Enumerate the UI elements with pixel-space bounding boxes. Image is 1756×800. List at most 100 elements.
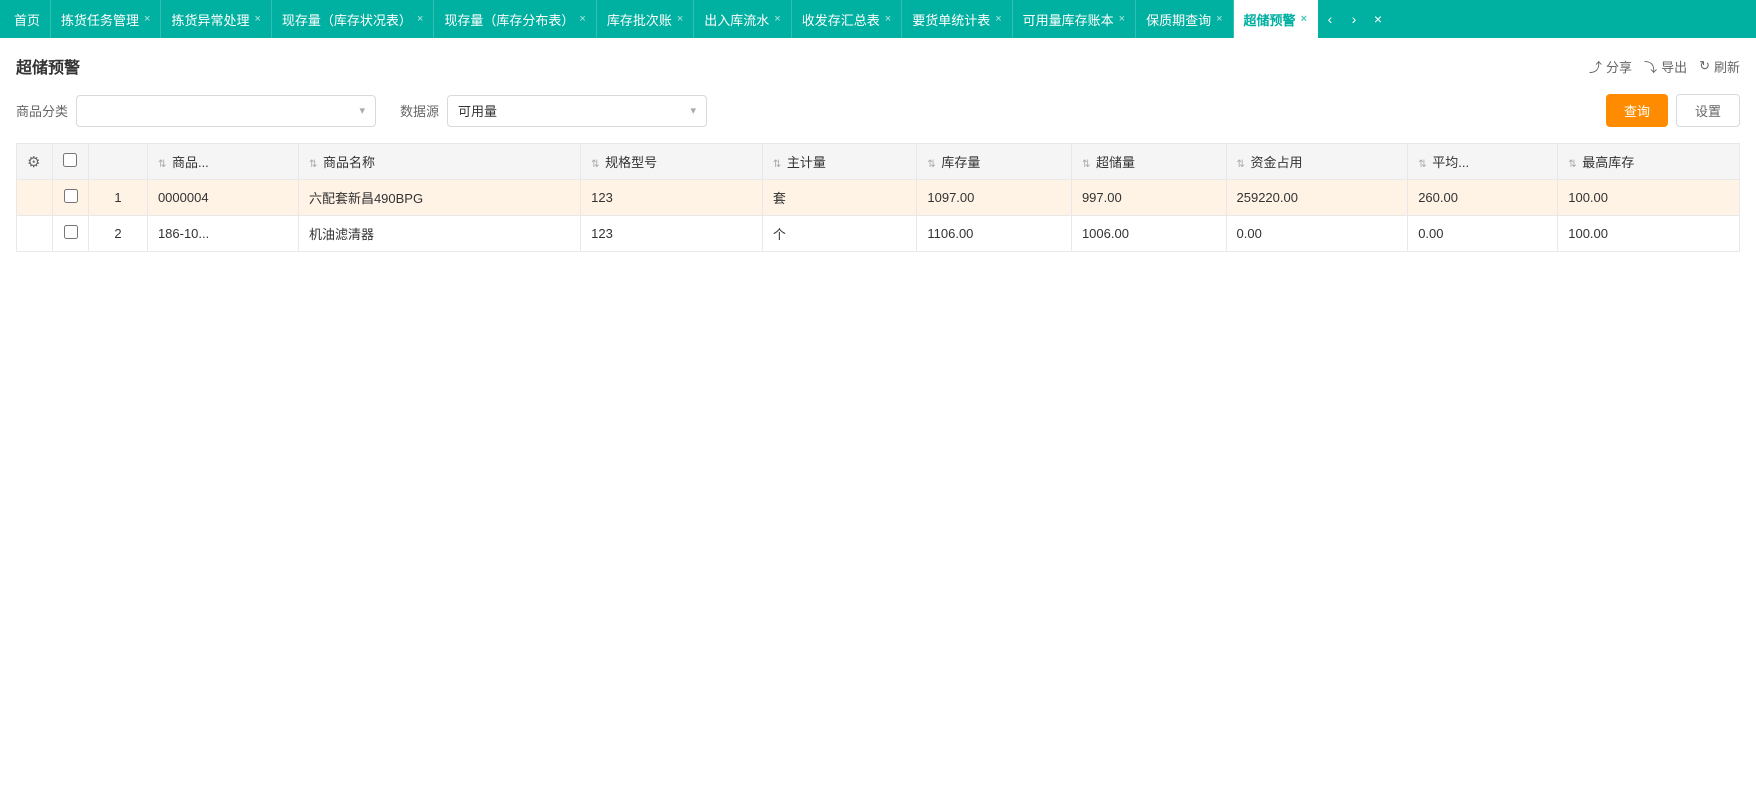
share-button[interactable]: ⤴ 分享 <box>1589 57 1632 76</box>
row-seq: 1 <box>89 180 148 216</box>
row-checkbox[interactable] <box>64 189 78 203</box>
nav-tab-exception[interactable]: 拣货异常处理 × <box>161 0 271 38</box>
row-seq: 2 <box>89 216 148 252</box>
product-category-select[interactable]: ▾ <box>76 95 376 127</box>
product-category-label: 商品分类 <box>16 101 68 120</box>
sort-icon: ⇅ <box>1568 159 1576 170</box>
close-icon[interactable]: × <box>579 13 585 25</box>
th-unit[interactable]: ⇅ 主计量 <box>762 144 917 180</box>
row-product-name: 机油滤清器 <box>298 216 580 252</box>
sort-icon: ⇅ <box>158 159 166 170</box>
datasource-select[interactable]: 可用量 ▾ <box>447 95 707 127</box>
th-overstock[interactable]: ⇅ 超储量 <box>1071 144 1226 180</box>
close-icon[interactable]: × <box>417 13 423 25</box>
datasource-value: 可用量 <box>458 101 497 120</box>
row-gear-cell <box>17 180 53 216</box>
row-stock: 1097.00 <box>917 180 1072 216</box>
table-header-row: ⚙ ⇅ 商品... ⇅ 商品名称 ⇅ 规格型号 <box>17 144 1740 180</box>
query-button[interactable]: 查询 <box>1606 94 1668 127</box>
export-button[interactable]: ⤵ 导出 <box>1644 57 1687 76</box>
th-gear[interactable]: ⚙ <box>17 144 53 180</box>
nav-more-arrow[interactable]: × <box>1366 0 1390 38</box>
page-content: 超储预警 ⤴ 分享 ⤵ 导出 ↻ 刷新 商品分类 ▾ 数据源 <box>0 38 1756 800</box>
filter-row: 商品分类 ▾ 数据源 可用量 ▾ 查询 设置 <box>16 94 1740 127</box>
row-avg: 0.00 <box>1408 216 1558 252</box>
nav-tab-inventory-status[interactable]: 现存量（库存状况表） × <box>272 0 434 38</box>
th-avg[interactable]: ⇅ 平均... <box>1408 144 1558 180</box>
th-stock[interactable]: ⇅ 库存量 <box>917 144 1072 180</box>
nav-tab-home[interactable]: 首页 <box>4 0 51 38</box>
row-product-code: 0000004 <box>147 180 298 216</box>
close-icon[interactable]: × <box>885 13 891 25</box>
close-icon[interactable]: × <box>677 13 683 25</box>
nav-tab-task-mgmt[interactable]: 拣货任务管理 × <box>51 0 161 38</box>
row-overstock: 1006.00 <box>1071 216 1226 252</box>
row-avg: 260.00 <box>1408 180 1558 216</box>
th-spec[interactable]: ⇅ 规格型号 <box>581 144 763 180</box>
table-row: 1 0000004 六配套新昌490BPG 123 套 1097.00 997.… <box>17 180 1740 216</box>
close-icon[interactable]: × <box>1216 13 1222 25</box>
settings-button[interactable]: 设置 <box>1676 94 1740 127</box>
sort-icon: ⇅ <box>309 159 317 170</box>
row-capital-occupied: 0.00 <box>1226 216 1408 252</box>
nav-tab-order-stats[interactable]: 要货单统计表 × <box>902 0 1012 38</box>
row-unit: 个 <box>762 216 917 252</box>
chevron-down-icon: ▾ <box>691 104 697 117</box>
th-product-name[interactable]: ⇅ 商品名称 <box>298 144 580 180</box>
close-icon[interactable]: × <box>144 13 150 25</box>
close-icon[interactable]: × <box>1119 13 1125 25</box>
nav-tab-overstock-warning[interactable]: 超储预警 × <box>1234 0 1318 38</box>
nav-tab-inventory-dist[interactable]: 现存量（库存分布表） × <box>434 0 596 38</box>
page-header: 超储预警 ⤴ 分享 ⤵ 导出 ↻ 刷新 <box>16 54 1740 78</box>
filter-actions: 查询 设置 <box>1606 94 1740 127</box>
row-checkbox-cell[interactable] <box>53 180 89 216</box>
row-unit: 套 <box>762 180 917 216</box>
nav-tab-available-account[interactable]: 可用量库存账本 × <box>1013 0 1136 38</box>
data-table: ⚙ ⇅ 商品... ⇅ 商品名称 ⇅ 规格型号 <box>16 143 1740 252</box>
close-icon[interactable]: × <box>995 13 1001 25</box>
nav-tab-batch-account[interactable]: 库存批次账 × <box>597 0 694 38</box>
nav-next-arrow[interactable]: › <box>1342 0 1366 38</box>
close-icon[interactable]: × <box>1301 13 1307 25</box>
row-max-stock: 100.00 <box>1558 180 1740 216</box>
nav-tab-receipt-summary[interactable]: 收发存汇总表 × <box>792 0 902 38</box>
th-checkbox <box>53 144 89 180</box>
row-stock: 1106.00 <box>917 216 1072 252</box>
sort-icon: ⇅ <box>1082 159 1090 170</box>
row-spec: 123 <box>581 216 763 252</box>
nav-tab-expiry-query[interactable]: 保质期查询 × <box>1136 0 1233 38</box>
row-gear-cell <box>17 216 53 252</box>
product-category-filter: 商品分类 ▾ <box>16 95 376 127</box>
row-max-stock: 100.00 <box>1558 216 1740 252</box>
top-nav: 首页 拣货任务管理 × 拣货异常处理 × 现存量（库存状况表） × 现存量（库存… <box>0 0 1756 38</box>
select-all-checkbox[interactable] <box>63 153 77 167</box>
row-product-code: 186-10... <box>147 216 298 252</box>
page-title: 超储预警 <box>16 54 80 78</box>
row-checkbox-cell[interactable] <box>53 216 89 252</box>
nav-prev-arrow[interactable]: ‹ <box>1318 0 1342 38</box>
datasource-filter: 数据源 可用量 ▾ <box>400 95 707 127</box>
sort-icon: ⇅ <box>1237 159 1245 170</box>
row-spec: 123 <box>581 180 763 216</box>
row-capital-occupied: 259220.00 <box>1226 180 1408 216</box>
close-icon[interactable]: × <box>254 13 260 25</box>
th-max-stock[interactable]: ⇅ 最高库存 <box>1558 144 1740 180</box>
refresh-icon: ↻ <box>1699 58 1710 74</box>
share-icon: ⤴ <box>1589 57 1602 76</box>
sort-icon: ⇅ <box>773 159 781 170</box>
chevron-down-icon: ▾ <box>359 104 365 117</box>
row-checkbox[interactable] <box>64 225 78 239</box>
export-icon: ⤵ <box>1644 57 1657 76</box>
th-product-code[interactable]: ⇅ 商品... <box>147 144 298 180</box>
table-row: 2 186-10... 机油滤清器 123 个 1106.00 1006.00 … <box>17 216 1740 252</box>
row-product-name: 六配套新昌490BPG <box>298 180 580 216</box>
header-actions: ⤴ 分享 ⤵ 导出 ↻ 刷新 <box>1589 57 1740 76</box>
gear-icon[interactable]: ⚙ <box>27 154 40 171</box>
th-seq <box>89 144 148 180</box>
row-overstock: 997.00 <box>1071 180 1226 216</box>
refresh-button[interactable]: ↻ 刷新 <box>1699 57 1740 76</box>
th-capital-occupied[interactable]: ⇅ 资金占用 <box>1226 144 1408 180</box>
nav-tab-in-out-flow[interactable]: 出入库流水 × <box>694 0 791 38</box>
sort-icon: ⇅ <box>927 159 935 170</box>
close-icon[interactable]: × <box>774 13 780 25</box>
